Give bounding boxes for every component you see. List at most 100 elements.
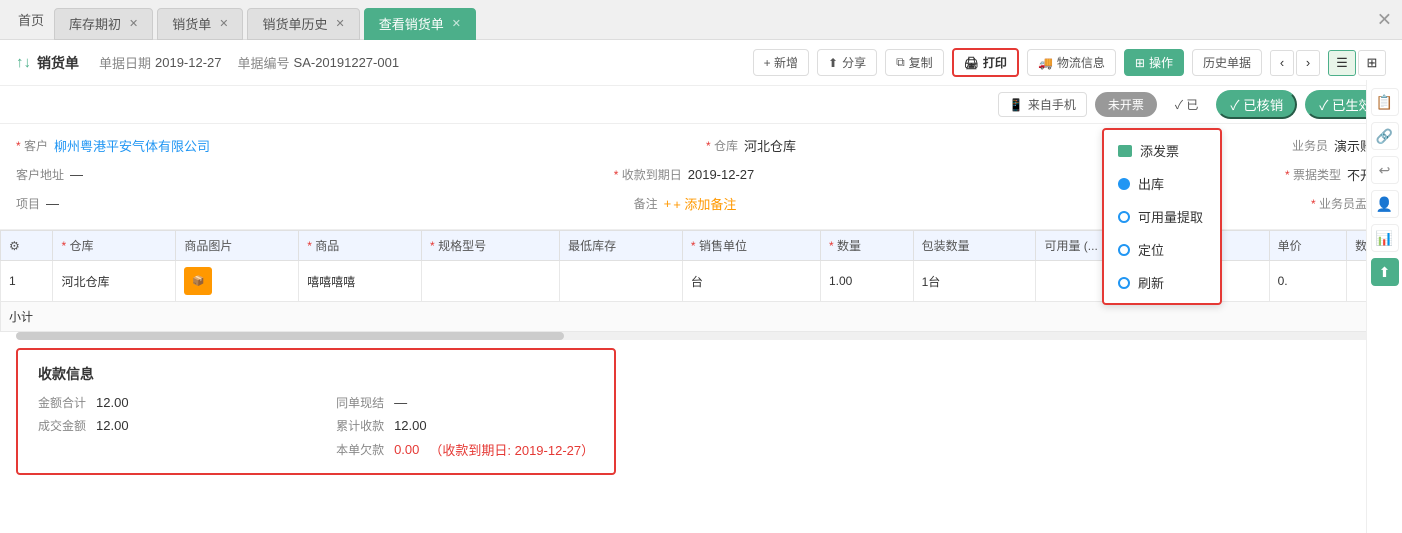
main-content: ↑↓ 销货单 单据日期 2019-12-27 单据编号 SA-20191227-… xyxy=(0,40,1402,533)
col-img: 商品图片 xyxy=(176,231,299,261)
product-image: 📦 xyxy=(184,267,212,295)
customer-label: 客户 xyxy=(16,137,48,154)
col-spec: 规格型号 xyxy=(422,231,560,261)
share-button[interactable]: ⬆ 分享 xyxy=(817,49,877,76)
payment-title: 收款信息 xyxy=(38,364,594,384)
grid-icon: ⊞ xyxy=(1135,56,1145,70)
prev-arrow[interactable]: ‹ xyxy=(1270,50,1294,76)
col-settings[interactable]: ⚙ xyxy=(1,231,53,261)
due-label: 本单欠款 xyxy=(336,441,384,458)
checked-button[interactable]: ✓ 已核销 xyxy=(1216,90,1297,119)
close-view-sales-tab[interactable]: ✕ xyxy=(452,17,461,30)
close-inventory-tab[interactable]: ✕ xyxy=(129,17,138,30)
project-field: 项目 — xyxy=(16,195,59,212)
sidebar-icon-1[interactable]: 📋 xyxy=(1371,88,1399,116)
sidebar-icon-5[interactable]: 📊 xyxy=(1371,224,1399,252)
tab-inventory-init[interactable]: 库存期初 ✕ xyxy=(54,8,153,40)
row-index: 1 xyxy=(1,261,53,302)
tab-bar: 首页 库存期初 ✕ 销货单 ✕ 销货单历史 ✕ 查看销货单 ✕ ✕ xyxy=(0,0,1402,40)
project-value: — xyxy=(46,196,59,211)
dropdown-outbound[interactable]: 出库 xyxy=(1104,167,1220,200)
dropdown-refresh[interactable]: 刷新 xyxy=(1104,266,1220,299)
customer-value[interactable]: 柳州粤港平安气体有限公司 xyxy=(54,136,210,155)
sidebar-icon-expand[interactable]: ⬆ xyxy=(1371,258,1399,286)
cumulative-label: 累计收款 xyxy=(336,417,384,434)
doc-header: ↑↓ 销货单 单据日期 2019-12-27 单据编号 SA-20191227-… xyxy=(0,40,1402,86)
print-icon: 🖨 xyxy=(964,56,979,70)
col-pkg-qty: 包装数量 xyxy=(913,231,1036,261)
row-product: 嘻嘻嘻嘻 xyxy=(299,261,422,302)
view-toggle: ☰ ⊞ xyxy=(1328,50,1386,76)
row-img: 📦 xyxy=(176,261,299,302)
tab-home[interactable]: 首页 xyxy=(8,10,54,29)
window-close-button[interactable]: ✕ xyxy=(1377,9,1392,30)
not-open-button[interactable]: 未开票 xyxy=(1095,92,1157,117)
due-row: 本单欠款 0.00 （收款到期日: 2019-12-27） xyxy=(336,440,594,459)
cumulative-value: 12.00 xyxy=(394,418,427,433)
address-field: 客户地址 — xyxy=(16,166,83,183)
no-label: 单据编号 xyxy=(238,53,290,72)
tab-sales-order[interactable]: 销货单 ✕ xyxy=(157,8,243,40)
right-sidebar: 📋 🔗 ↩ 👤 📊 ⬆ xyxy=(1366,80,1402,533)
history-button[interactable]: 历史单据 xyxy=(1192,49,1262,76)
col-price: 单价 xyxy=(1269,231,1347,261)
dropdown-menu: 添发票 出库 可用量提取 定位 刷新 xyxy=(1102,128,1222,305)
plus-icon: + xyxy=(664,196,672,211)
from-phone-button[interactable]: 📱 来自手机 xyxy=(998,92,1087,117)
print-button[interactable]: 🖨 打印 xyxy=(952,48,1019,77)
tab-sales-history[interactable]: 销货单历史 ✕ xyxy=(247,8,359,40)
close-sales-tab[interactable]: ✕ xyxy=(219,17,228,30)
deal-value: 12.00 xyxy=(96,418,129,433)
truck-icon: 🚚 xyxy=(1038,56,1053,70)
nav-arrows: ‹ › xyxy=(1270,50,1320,76)
note-label: 备注 xyxy=(634,195,658,212)
available-qty-icon xyxy=(1118,211,1130,223)
next-arrow[interactable]: › xyxy=(1296,50,1320,76)
row-min-stock xyxy=(560,261,683,302)
date-value: 2019-12-27 xyxy=(155,55,222,70)
operate-button[interactable]: ⊞ 操作 xyxy=(1124,49,1184,76)
staff2-label: 业务员盂 xyxy=(1311,195,1367,212)
check-icon-btn[interactable]: ✓ 已 xyxy=(1165,93,1209,116)
close-history-tab[interactable]: ✕ xyxy=(336,17,345,30)
due-note: （收款到期日: 2019-12-27） xyxy=(429,440,594,459)
row-pkg-qty: 1台 xyxy=(913,261,1036,302)
copy-icon: ⧉ xyxy=(896,55,905,70)
add-note-button[interactable]: + + 添加备注 xyxy=(664,194,737,213)
subtotal-row: 小计 xyxy=(1,302,1402,332)
col-min-stock: 最低库存 xyxy=(560,231,683,261)
payment-date-field: 收款到期日 2019-12-27 xyxy=(614,166,755,183)
dropdown-available-qty[interactable]: 可用量提取 xyxy=(1104,200,1220,233)
tab-view-sales[interactable]: 查看销货单 ✕ xyxy=(364,8,476,40)
new-button[interactable]: + 新增 xyxy=(753,49,809,76)
share-icon: ⬆ xyxy=(828,56,838,70)
no-value: SA-20191227-001 xyxy=(294,55,400,70)
payment-box: 收款信息 金额合计 12.00 同单现结 — 成交金额 12.00 累计收款 1… xyxy=(16,348,616,475)
address-value: — xyxy=(70,167,83,182)
row-warehouse: 河北仓库 xyxy=(53,261,176,302)
sidebar-icon-4[interactable]: 👤 xyxy=(1371,190,1399,218)
row-spec xyxy=(422,261,560,302)
deal-label: 成交金额 xyxy=(38,417,86,434)
locate-icon xyxy=(1118,244,1130,256)
payment-date-value: 2019-12-27 xyxy=(688,167,755,182)
dropdown-locate[interactable]: 定位 xyxy=(1104,233,1220,266)
copy-button[interactable]: ⧉ 复制 xyxy=(885,49,944,76)
logistics-button[interactable]: 🚚 物流信息 xyxy=(1027,49,1116,76)
col-warehouse: 仓库 xyxy=(53,231,176,261)
sidebar-icon-3[interactable]: ↩ xyxy=(1371,156,1399,184)
scroll-bar[interactable] xyxy=(16,332,1386,340)
sidebar-icon-2[interactable]: 🔗 xyxy=(1371,122,1399,150)
deal-row: 成交金额 12.00 xyxy=(38,417,296,434)
row-price: 0. xyxy=(1269,261,1347,302)
same-order-value: — xyxy=(394,395,407,410)
dropdown-add-invoice[interactable]: 添发票 xyxy=(1104,134,1220,167)
warehouse-label: 仓库 xyxy=(706,137,738,154)
payment-date-label: 收款到期日 xyxy=(614,166,682,183)
grid-view-button[interactable]: ⊞ xyxy=(1358,50,1386,76)
date-label: 单据日期 xyxy=(99,53,151,72)
list-view-button[interactable]: ☰ xyxy=(1328,50,1356,76)
customer-field: 客户 柳州粤港平安气体有限公司 xyxy=(16,136,210,155)
address-label: 客户地址 xyxy=(16,166,64,183)
doc-icon: ↑↓ xyxy=(16,54,31,71)
